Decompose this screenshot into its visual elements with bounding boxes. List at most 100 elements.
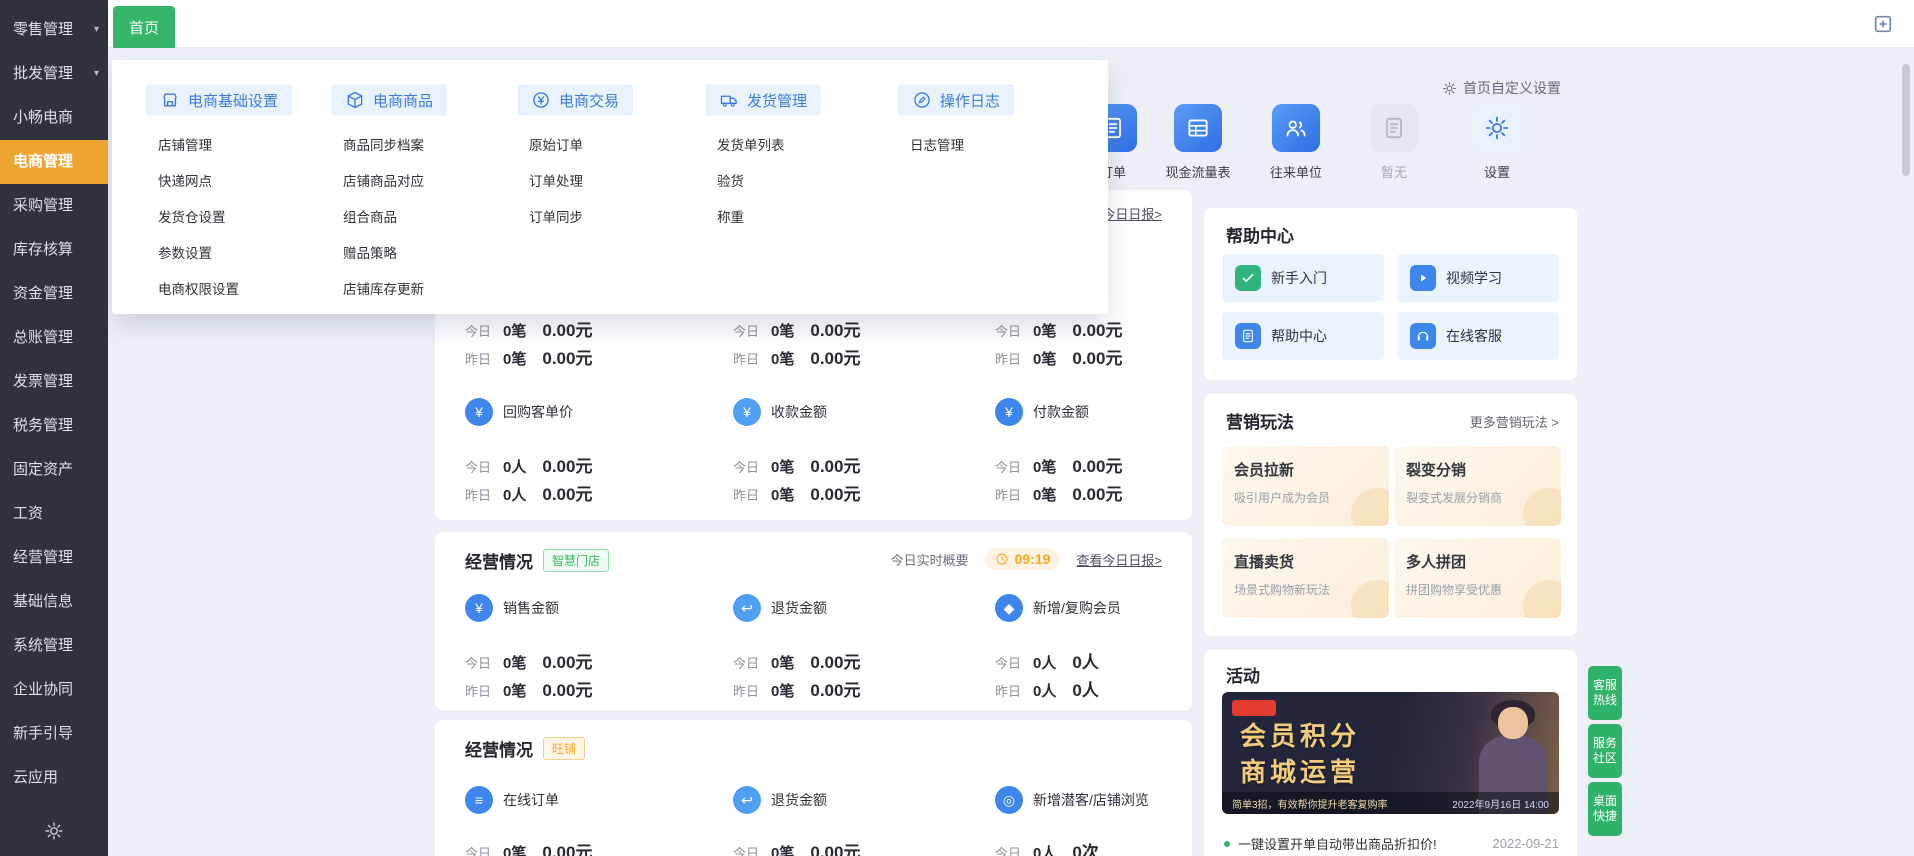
stat-count: 0笔 — [771, 323, 795, 340]
menu-item-order-sync[interactable]: 订单同步 — [517, 200, 697, 236]
marketing-card-livestream[interactable]: 直播卖货 场景式购物新玩法 — [1222, 538, 1389, 618]
shortcut-partners[interactable]: 往来单位 — [1248, 104, 1344, 181]
panel-activity: 活动 会员积分 商城运营 简单3招，有效帮你提升老客复购率 2022年9月16日… — [1204, 650, 1577, 856]
menu-item-weighing[interactable]: 称重 — [705, 200, 885, 236]
menu-item-order-processing[interactable]: 订单处理 — [517, 164, 697, 200]
stat-amount: 0.00元 — [542, 485, 593, 504]
help-button-helpcenter[interactable]: 帮助中心 — [1222, 312, 1384, 360]
sidebar-item-general-ledger[interactable]: 总账管理 — [0, 316, 108, 360]
sidebar-item-collaboration[interactable]: 企业协同 — [0, 668, 108, 712]
marketing-card-title: 裂变分销 — [1406, 462, 1467, 479]
clock-icon — [996, 553, 1008, 565]
stat-period: 今日 — [995, 460, 1022, 475]
caret-down-icon: ▾ — [93, 24, 99, 35]
banner-presenter-photo — [1498, 707, 1528, 739]
panel-title: 经营情况 — [465, 553, 533, 572]
sidebar-item-fixed-assets[interactable]: 固定资产 — [0, 448, 108, 492]
stat-line: 今日 0人 0.00元 — [465, 452, 592, 477]
stat-period: 今日 — [733, 324, 760, 339]
sidebar-item-xiaochang-ecommerce[interactable]: 小畅电商 — [0, 96, 108, 140]
menu-header-shipping[interactable]: 发货管理 — [705, 84, 822, 116]
activity-news-item[interactable]: 一键设置开单自动带出商品折扣价! 2022-09-21 — [1224, 834, 1559, 853]
menu-header-label: 发货管理 — [747, 92, 808, 110]
float-button-service-hotline[interactable]: 客服热线 — [1588, 666, 1622, 720]
sidebar-item-basic-info[interactable]: 基础信息 — [0, 580, 108, 624]
sidebar-item-ecommerce[interactable]: 电商管理 — [0, 140, 108, 184]
sidebar-item-inventory[interactable]: 库存核算 — [0, 228, 108, 272]
sidebar-item-wholesale[interactable]: 批发管理 ▾ — [0, 52, 108, 96]
expand-icon[interactable] — [1872, 13, 1894, 35]
menu-item-goods-sync-archive[interactable]: 商品同步档案 — [331, 128, 511, 164]
menu-item-parameter-settings[interactable]: 参数设置 — [146, 236, 326, 272]
menu-item-shipping-warehouse[interactable]: 发货仓设置 — [146, 200, 326, 236]
homepage-customize-button[interactable]: 首页自定义设置 — [1442, 78, 1561, 98]
sidebar-item-retail[interactable]: 零售管理 ▾ — [0, 8, 108, 52]
marketing-card-fission[interactable]: 裂变分销 裂变式发展分销商 — [1394, 446, 1561, 526]
stat-amount: 0次 — [1072, 843, 1099, 856]
menu-header-goods[interactable]: 电商商品 — [331, 84, 448, 116]
stat-card-title: 退货金额 — [771, 792, 827, 808]
menu-item-gift-strategy[interactable]: 赠品策略 — [331, 236, 511, 272]
sidebar-item-tax[interactable]: 税务管理 — [0, 404, 108, 448]
banner-logo — [1232, 700, 1276, 716]
menu-item-ecommerce-permissions[interactable]: 电商权限设置 — [146, 272, 326, 308]
menu-item-original-orders[interactable]: 原始订单 — [517, 128, 697, 164]
sidebar-item-system[interactable]: 系统管理 — [0, 624, 108, 668]
stat-card-title: 回购客单价 — [503, 404, 573, 420]
cashflow-table-icon — [1174, 104, 1222, 152]
menu-item-combo-goods[interactable]: 组合商品 — [331, 200, 511, 236]
stat-line: 昨日 0笔 0.00元 — [733, 344, 860, 369]
stat-count: 0人 — [1033, 683, 1057, 700]
stat-count: 0人 — [1033, 655, 1057, 672]
topbar: 首页 — [108, 0, 1914, 48]
menu-item-shop-goods-mapping[interactable]: 店铺商品对应 — [331, 164, 511, 200]
shortcut-settings[interactable]: 设置 — [1449, 104, 1545, 181]
gear-icon — [1443, 81, 1456, 95]
panel-smart-store: 经营情况 智慧门店 今日实时概要 09:19 查看今日日报> ¥ 销售金额 ↩ 退货… — [435, 532, 1192, 710]
sidebar-item-label: 资金管理 — [13, 285, 74, 302]
app-root: 首页 订单 现金流量表 往来单位 暂无 设置 首页自定义设置 查看今日日报> 今… — [0, 0, 1914, 856]
menu-item-shop-stock-update[interactable]: 店铺库存更新 — [331, 272, 511, 308]
sidebar-item-payroll[interactable]: 工资 — [0, 492, 108, 536]
stat-count: 0笔 — [503, 655, 527, 672]
sidebar-item-invoice[interactable]: 发票管理 — [0, 360, 108, 404]
marketing-card-groupbuy[interactable]: 多人拼团 拼团购物享受优惠 — [1394, 538, 1561, 618]
stat-amount: 0.00元 — [542, 321, 593, 340]
menu-item-inspection[interactable]: 验货 — [705, 164, 885, 200]
stat-amount: 0.00元 — [810, 843, 861, 856]
help-button-video[interactable]: 视频学习 — [1397, 254, 1559, 302]
sidebar-item-funds[interactable]: 资金管理 — [0, 272, 108, 316]
sidebar-item-operations[interactable]: 经营管理 — [0, 536, 108, 580]
sidebar-item-cloud-apps[interactable]: 云应用 — [0, 756, 108, 800]
menu-item-express-outlets[interactable]: 快递网点 — [146, 164, 326, 200]
stat-period: 今日 — [733, 656, 760, 671]
float-button-desktop-shortcut[interactable]: 桌面快捷 — [1588, 782, 1622, 836]
menu-item-log-management[interactable]: 日志管理 — [898, 128, 1078, 164]
menu-column-logs: 操作日志 日志管理 — [898, 84, 1078, 164]
sidebar-item-label: 电商管理 — [13, 153, 74, 170]
menu-item-shipping-list[interactable]: 发货单列表 — [705, 128, 885, 164]
stat-period: 昨日 — [995, 352, 1022, 367]
sidebar-item-purchase[interactable]: 采购管理 — [0, 184, 108, 228]
marketing-card-member-acquisition[interactable]: 会员拉新 吸引用户成为会员 — [1222, 446, 1389, 526]
help-button-service[interactable]: 在线客服 — [1397, 312, 1559, 360]
sidebar-item-beginner-guide[interactable]: 新手引导 — [0, 712, 108, 756]
stat-period: 昨日 — [995, 684, 1022, 699]
float-button-service-community[interactable]: 服务社区 — [1588, 724, 1622, 778]
sidebar-settings-gear-icon[interactable] — [0, 821, 108, 846]
stat-line: 今日 0笔 0.00元 — [465, 648, 592, 673]
shortcut-cashflow[interactable]: 现金流量表 — [1150, 104, 1246, 181]
video-play-icon — [1410, 265, 1436, 291]
menu-item-shop-management[interactable]: 店铺管理 — [146, 128, 326, 164]
vertical-scrollbar[interactable] — [1902, 64, 1910, 176]
menu-header-basic-settings[interactable]: 电商基础设置 — [146, 84, 293, 116]
menu-header-trade[interactable]: 电商交易 — [517, 84, 634, 116]
more-marketing-link[interactable]: 更多营销玩法 > — [1470, 412, 1559, 431]
menu-header-logs[interactable]: 操作日志 — [898, 84, 1015, 116]
tab-home[interactable]: 首页 — [113, 6, 175, 48]
stat-amount: 0.00元 — [1072, 349, 1123, 368]
banner-footer: 简单3招，有效帮你提升老客复购率 2022年9月16日 14:00 — [1222, 792, 1559, 814]
help-button-beginner[interactable]: 新手入门 — [1222, 254, 1384, 302]
daily-report-link[interactable]: 查看今日日报> — [1076, 550, 1162, 569]
activity-banner[interactable]: 会员积分 商城运营 简单3招，有效帮你提升老客复购率 2022年9月16日 14… — [1222, 692, 1559, 814]
